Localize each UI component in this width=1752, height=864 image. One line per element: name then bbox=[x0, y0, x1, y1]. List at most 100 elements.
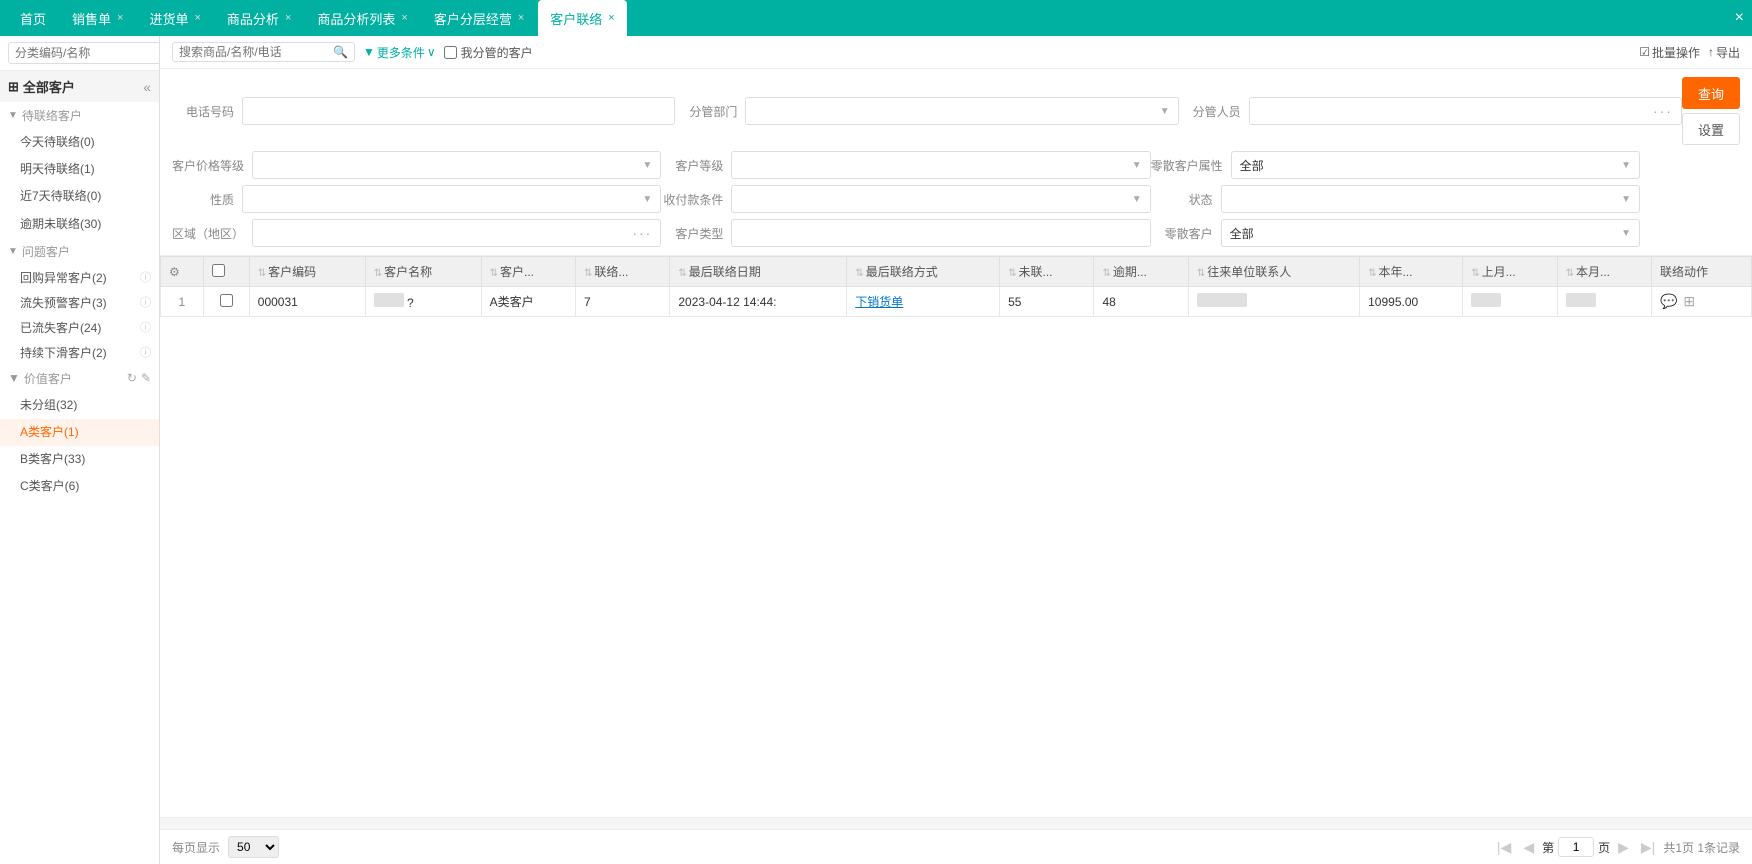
sidebar-item-churned[interactable]: 已流失客户(24) ⓘ bbox=[0, 315, 159, 340]
sidebar-item-overdue[interactable]: 逾期未联络(30) bbox=[0, 211, 159, 238]
sidebar-item-repurchase-anomaly[interactable]: 回购异常客户(2) ⓘ bbox=[0, 265, 159, 290]
close-analysis-tab[interactable]: × bbox=[285, 12, 291, 24]
row-code[interactable]: 000031 bbox=[249, 287, 365, 317]
prev-page-btn[interactable]: ◀ bbox=[1519, 837, 1538, 858]
nav-tab-analysis-list[interactable]: 商品分析列表 × bbox=[305, 0, 419, 36]
sidebar-search-area: 🔍 bbox=[0, 36, 159, 71]
sidebar-all-customers-label[interactable]: ⊞ 全部客户 bbox=[8, 77, 75, 96]
filter-phone-input[interactable] bbox=[242, 97, 675, 125]
table-settings-icon[interactable]: ⚙ bbox=[169, 265, 180, 279]
col-this-month[interactable]: ⇅本月... bbox=[1557, 257, 1651, 287]
sort-date-icon: ⇅ bbox=[678, 268, 686, 279]
last-page-btn[interactable]: ▶| bbox=[1637, 837, 1659, 858]
sidebar-collapse-btn[interactable]: « bbox=[143, 79, 151, 95]
sort-code-icon: ⇅ bbox=[258, 268, 266, 279]
col-name[interactable]: ⇅客户名称 bbox=[365, 257, 481, 287]
query-button[interactable]: 查询 bbox=[1682, 77, 1740, 109]
filter-manager: 分管人员 ··· bbox=[1179, 97, 1682, 125]
filter-search-icon[interactable]: 🔍 bbox=[333, 45, 348, 59]
filter-scattered-attr-label: 零散客户属性 bbox=[1151, 157, 1231, 174]
global-close-button[interactable]: × bbox=[1735, 9, 1744, 27]
my-customers-checkbox-label[interactable]: 我分管的客户 bbox=[444, 44, 533, 61]
filter-manager-input[interactable]: ··· bbox=[1249, 97, 1682, 125]
close-sales-tab[interactable]: × bbox=[117, 12, 123, 24]
nav-tab-analysis[interactable]: 商品分析 × bbox=[215, 0, 303, 36]
close-analysis-list-tab[interactable]: × bbox=[401, 12, 407, 24]
customer-level-arrow-icon: ▼ bbox=[1132, 160, 1142, 171]
last-contact-link[interactable]: 下销货单 bbox=[855, 295, 903, 309]
refresh-icon[interactable]: ↻ bbox=[127, 371, 137, 385]
close-customer-contact-tab[interactable]: × bbox=[608, 12, 614, 24]
close-customer-segment-tab[interactable]: × bbox=[518, 12, 524, 24]
adv-filter-row-1: 电话号码 分管部门 ▼ 分管人员 ··· 查询 bbox=[172, 77, 1740, 145]
sidebar-item-7days[interactable]: 近7天待联络(0) bbox=[0, 183, 159, 210]
sidebar-item-ungrouped[interactable]: 未分组(32) bbox=[0, 392, 159, 419]
col-contact2[interactable]: ⇅往来单位联系人 bbox=[1188, 257, 1359, 287]
filter-price-level-select[interactable]: ▼ bbox=[252, 151, 661, 179]
col-last-contact-date[interactable]: ⇅最后联络日期 bbox=[670, 257, 847, 287]
export-btn[interactable]: ↑ 导出 bbox=[1708, 44, 1740, 61]
filter-payment-select[interactable]: ▼ bbox=[731, 185, 1150, 213]
nav-tab-sales[interactable]: 销售单 × bbox=[60, 0, 135, 36]
sidebar-item-b-class[interactable]: B类客户(33) bbox=[0, 446, 159, 473]
nav-home[interactable]: 首页 bbox=[8, 0, 58, 36]
col-last-contact-method[interactable]: ⇅最后联络方式 bbox=[847, 257, 1000, 287]
sidebar-item-declining[interactable]: 持续下滑客户(2) ⓘ bbox=[0, 340, 159, 365]
nav-tab-customer-contact[interactable]: 客户联络 × bbox=[538, 0, 626, 36]
col-contact[interactable]: ⇅联络... bbox=[575, 257, 669, 287]
chat-icon[interactable]: 💬 bbox=[1660, 293, 1677, 310]
first-page-btn[interactable]: |◀ bbox=[1493, 837, 1515, 858]
nav-tab-customer-segment[interactable]: 客户分层经营 × bbox=[422, 0, 536, 36]
filter-customer-type-input[interactable] bbox=[731, 219, 1150, 247]
sidebar-group-problem[interactable]: ▼ 问题客户 bbox=[0, 238, 159, 265]
my-customers-checkbox[interactable] bbox=[444, 46, 457, 59]
sidebar-search-input[interactable] bbox=[8, 42, 160, 64]
col-code[interactable]: ⇅客户编码 bbox=[249, 257, 365, 287]
horizontal-scrollbar[interactable] bbox=[160, 817, 1752, 829]
next-page-btn[interactable]: ▶ bbox=[1614, 837, 1633, 858]
edit-icon[interactable]: ✎ bbox=[141, 371, 151, 385]
filter-customer-level-select[interactable]: ▼ bbox=[731, 151, 1150, 179]
col-last-month[interactable]: ⇅上月... bbox=[1463, 257, 1557, 287]
filter-status: 状态 ▼ bbox=[1151, 185, 1640, 213]
sidebar-item-tomorrow[interactable]: 明天待联络(1) bbox=[0, 156, 159, 183]
filter-region-input[interactable]: ··· bbox=[252, 219, 661, 247]
row-checkbox[interactable] bbox=[220, 294, 233, 307]
col-type[interactable]: ⇅客户... bbox=[481, 257, 575, 287]
more-filters-btn[interactable]: ▼ 更多条件 ∨ bbox=[363, 44, 436, 61]
close-purchase-tab[interactable]: × bbox=[194, 12, 200, 24]
filter-status-select[interactable]: ▼ bbox=[1221, 185, 1640, 213]
row-checkbox-cell[interactable] bbox=[203, 287, 249, 317]
page-size-select[interactable]: 50 100 200 bbox=[228, 836, 279, 858]
col-uncontacted[interactable]: ⇅未联... bbox=[1000, 257, 1094, 287]
batch-operation-btn[interactable]: ☑ 批量操作 bbox=[1639, 44, 1700, 61]
nav-tab-purchase[interactable]: 进货单 × bbox=[137, 0, 212, 36]
filter-scattered-customer-select[interactable]: 全部 ▼ bbox=[1221, 219, 1640, 247]
sidebar-item-c-class[interactable]: C类客户(6) bbox=[0, 473, 159, 500]
page-number-input[interactable] bbox=[1558, 837, 1594, 857]
status-arrow-icon: ▼ bbox=[1621, 194, 1631, 205]
page-navigation: |◀ ◀ 第 页 ▶ ▶| 共1页 1条记录 bbox=[1493, 837, 1740, 858]
col-this-year[interactable]: ⇅本年... bbox=[1360, 257, 1463, 287]
filter-nature-select[interactable]: ▼ bbox=[242, 185, 661, 213]
sidebar-item-churn-warning[interactable]: 流失预警客户(3) ⓘ bbox=[0, 290, 159, 315]
select-all-checkbox[interactable] bbox=[212, 264, 225, 277]
filter-dept-select[interactable]: ▼ bbox=[745, 97, 1178, 125]
adv-filter-row-4: 区域（地区） ··· 客户类型 零散客户 全部 ▼ bbox=[172, 219, 1740, 247]
col-settings[interactable]: ⚙ bbox=[161, 257, 204, 287]
sidebar-group-value[interactable]: ▼ 价值客户 ↻ ✎ bbox=[0, 365, 159, 392]
sidebar-item-today[interactable]: 今天待联络(0) bbox=[0, 129, 159, 156]
setting-button[interactable]: 设置 bbox=[1682, 113, 1740, 145]
row-type: A类客户 bbox=[481, 287, 575, 317]
col-checkbox-header[interactable] bbox=[203, 257, 249, 287]
sidebar-group-pending[interactable]: ▼ 待联络客户 bbox=[0, 102, 159, 129]
price-level-arrow-icon: ▼ bbox=[642, 160, 652, 171]
sort-contact2-icon: ⇅ bbox=[1197, 268, 1205, 279]
sidebar-item-a-class[interactable]: A类客户(1) bbox=[0, 419, 159, 446]
filter-search-input[interactable] bbox=[179, 45, 329, 59]
top-nav: 首页 销售单 × 进货单 × 商品分析 × 商品分析列表 × 客户分层经营 × … bbox=[0, 0, 1752, 36]
more-action-icon[interactable]: ⊞ bbox=[1683, 293, 1695, 310]
row-last-contact-method[interactable]: 下销货单 bbox=[847, 287, 1000, 317]
filter-scattered-attr-select[interactable]: 全部 ▼ bbox=[1231, 151, 1640, 179]
col-overdue[interactable]: ⇅逾期... bbox=[1094, 257, 1188, 287]
